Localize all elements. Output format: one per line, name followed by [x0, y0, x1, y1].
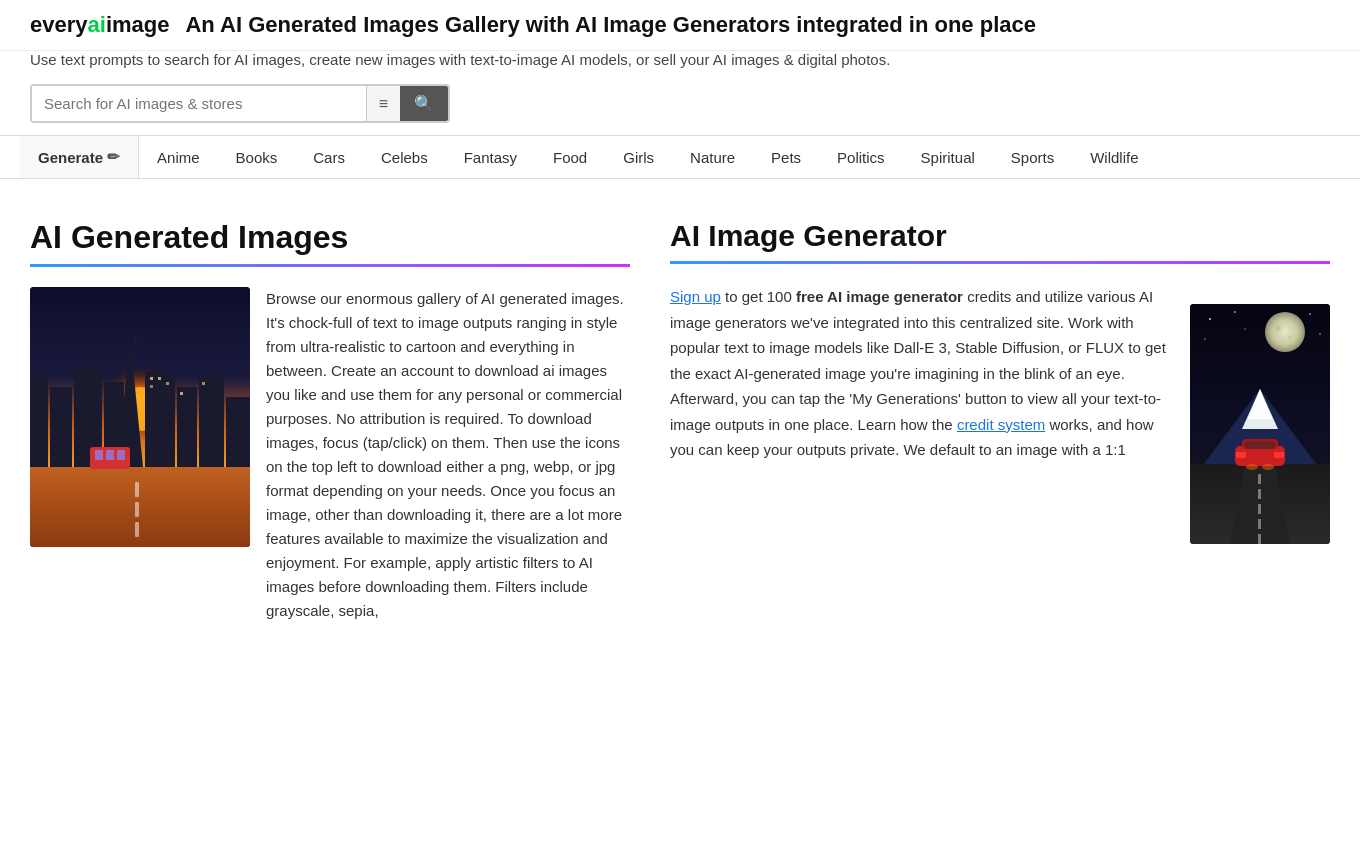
svg-rect-17 — [180, 392, 183, 395]
svg-rect-13 — [150, 377, 153, 380]
svg-rect-47 — [1258, 519, 1261, 529]
night-scene — [1190, 304, 1330, 544]
left-thumbnail — [30, 287, 250, 547]
search-button[interactable]: 🔍 — [400, 86, 448, 121]
svg-rect-24 — [135, 482, 139, 497]
search-bar: ≡ 🔍 — [0, 76, 1360, 135]
svg-point-31 — [1309, 313, 1311, 315]
svg-rect-26 — [135, 522, 139, 537]
to-get-text: to get 100 — [725, 288, 792, 305]
svg-rect-19 — [30, 467, 250, 547]
svg-rect-11 — [199, 377, 224, 467]
svg-rect-15 — [150, 385, 153, 388]
svg-rect-8 — [134, 335, 137, 347]
svg-rect-9 — [145, 372, 175, 467]
nav-fantasy[interactable]: Fantasy — [446, 137, 535, 178]
nav-bar: Generate ✏ Anime Books Cars Celebs Fanta… — [0, 135, 1360, 179]
filter-button[interactable]: ≡ — [366, 86, 400, 121]
free-generator-text: free AI image generator — [796, 288, 963, 305]
svg-point-54 — [1246, 464, 1258, 470]
filter-icon: ≡ — [379, 95, 388, 112]
svg-rect-16 — [166, 382, 169, 385]
svg-rect-51 — [1236, 452, 1246, 458]
city-image — [30, 287, 250, 547]
svg-point-32 — [1204, 338, 1206, 340]
logo-ai: ai — [88, 12, 106, 37]
left-section: AI Generated Images — [30, 219, 630, 623]
svg-point-55 — [1262, 464, 1274, 470]
ai-gen-divider — [670, 261, 1330, 264]
svg-point-34 — [1244, 328, 1246, 330]
svg-rect-52 — [1274, 452, 1284, 458]
svg-rect-53 — [1245, 441, 1275, 449]
svg-rect-3 — [30, 377, 48, 467]
subtitle: Use text prompts to search for AI images… — [0, 51, 1360, 76]
right-section: AI Image Generator Sign up to get 100 fr… — [670, 219, 1330, 623]
nav-books[interactable]: Books — [218, 137, 296, 178]
nav-politics[interactable]: Politics — [819, 137, 903, 178]
nav-nature[interactable]: Nature — [672, 137, 753, 178]
ai-gen-content: Sign up to get 100 free AI image generat… — [670, 284, 1330, 544]
svg-rect-23 — [117, 450, 125, 460]
svg-rect-22 — [106, 450, 114, 460]
wand-icon: ✏ — [107, 148, 120, 166]
nav-pets[interactable]: Pets — [753, 137, 819, 178]
svg-rect-44 — [1258, 474, 1261, 484]
nav-spiritual[interactable]: Spiritual — [903, 137, 993, 178]
header-tagline: An AI Generated Images Gallery with AI I… — [185, 12, 1330, 38]
nav-girls[interactable]: Girls — [605, 137, 672, 178]
svg-point-38 — [1288, 335, 1292, 339]
ai-gen-title: AI Image Generator — [670, 219, 1330, 253]
left-section-divider — [30, 264, 630, 267]
svg-rect-25 — [135, 502, 139, 517]
search-input-wrapper: ≡ 🔍 — [30, 84, 450, 123]
nav-wildlife[interactable]: Wildlife — [1072, 137, 1156, 178]
svg-rect-12 — [226, 397, 250, 467]
svg-point-36 — [1267, 314, 1303, 350]
left-section-title: AI Generated Images — [30, 219, 630, 256]
nav-sports[interactable]: Sports — [993, 137, 1072, 178]
left-content-block: Browse our enormous gallery of AI genera… — [30, 287, 630, 623]
credit-system-link[interactable]: credit system — [957, 416, 1045, 433]
svg-point-28 — [1209, 318, 1211, 320]
generate-nav-item[interactable]: Generate ✏ — [20, 136, 139, 178]
search-icon: 🔍 — [414, 95, 434, 112]
svg-point-37 — [1275, 325, 1281, 331]
nav-food[interactable]: Food — [535, 137, 605, 178]
right-thumbnail — [1190, 304, 1330, 544]
svg-rect-4 — [50, 387, 72, 467]
nav-anime[interactable]: Anime — [139, 137, 218, 178]
main-content: AI Generated Images — [0, 179, 1360, 663]
nav-cars[interactable]: Cars — [295, 137, 363, 178]
ai-gen-description: Sign up to get 100 free AI image generat… — [670, 284, 1170, 463]
generate-label: Generate — [38, 149, 103, 166]
svg-rect-45 — [1258, 489, 1261, 499]
search-input[interactable] — [32, 86, 366, 121]
credits-text: credits and utilize various AI image gen… — [670, 288, 1166, 433]
left-section-body: Browse our enormous gallery of AI genera… — [266, 287, 630, 623]
logo-prefix: every — [30, 12, 88, 37]
svg-rect-46 — [1258, 504, 1261, 514]
svg-point-29 — [1234, 311, 1236, 313]
svg-rect-10 — [177, 387, 197, 467]
svg-rect-21 — [95, 450, 103, 460]
svg-point-33 — [1319, 333, 1321, 335]
header: everyaiimage An AI Generated Images Gall… — [0, 0, 1360, 51]
ai-gen-text-block: Sign up to get 100 free AI image generat… — [670, 284, 1170, 544]
svg-rect-18 — [202, 382, 205, 385]
nav-celebs[interactable]: Celebs — [363, 137, 446, 178]
sign-up-link[interactable]: Sign up — [670, 288, 721, 305]
svg-rect-48 — [1258, 534, 1261, 544]
svg-rect-14 — [158, 377, 161, 380]
site-logo[interactable]: everyaiimage — [30, 12, 169, 38]
logo-suffix: image — [106, 12, 170, 37]
